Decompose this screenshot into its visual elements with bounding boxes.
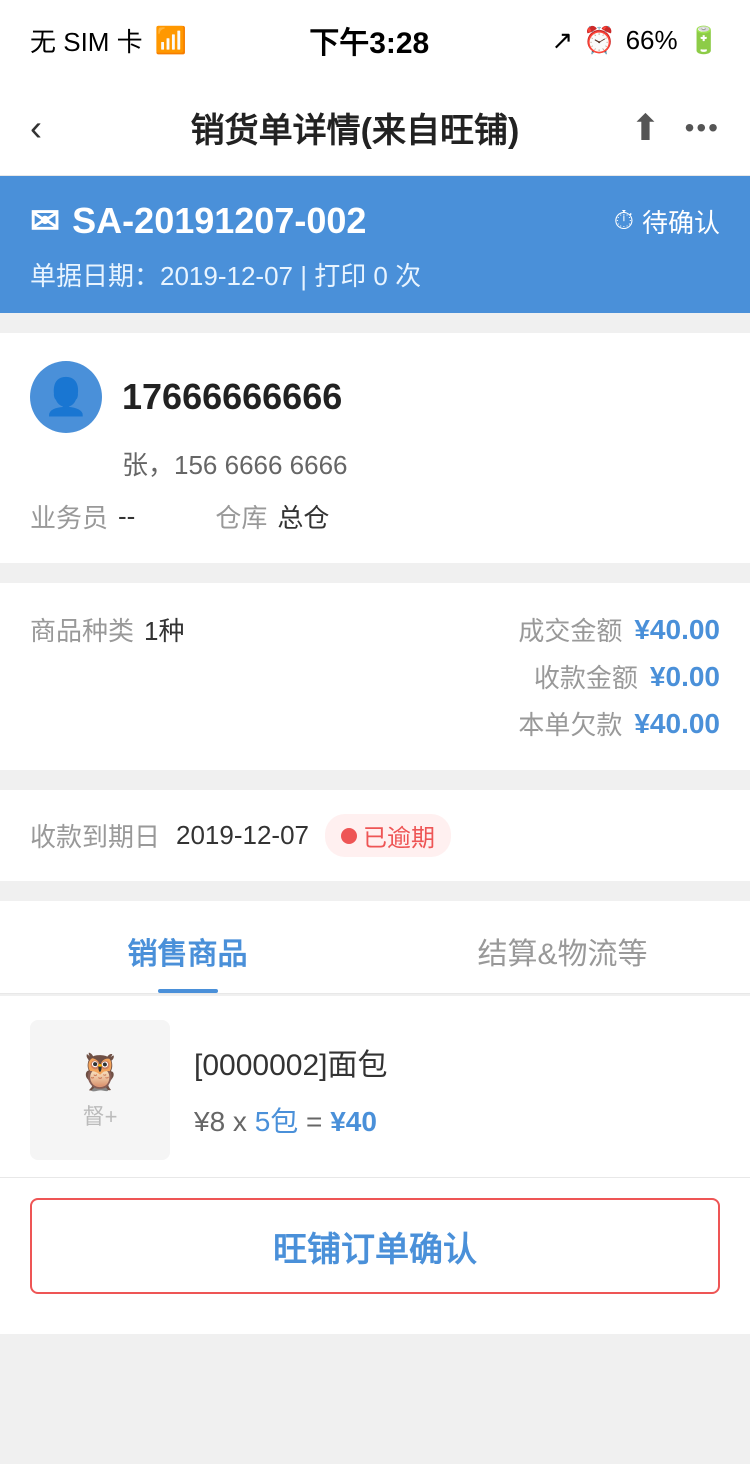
status-left: 无 SIM 卡 📶 <box>30 22 187 59</box>
price-eq: = <box>298 1106 330 1137</box>
product-price: ¥8 x 5包 = ¥40 <box>194 1100 720 1140</box>
battery-label: 66% <box>626 25 678 56</box>
share-icon[interactable]: ⬆ <box>630 107 660 149</box>
wifi-icon: 📶 <box>155 25 187 56</box>
alarm-icon: ⏰ <box>583 25 615 56</box>
product-name: [0000002]面包 <box>194 1040 720 1084</box>
price-qty: 5包 <box>255 1106 299 1137</box>
battery-icon: 🔋 <box>688 25 720 56</box>
price-base: ¥8 x <box>194 1106 255 1137</box>
category-label: 商品种类 <box>30 611 134 648</box>
tabs: 销售商品 结算&物流等 <box>0 901 750 994</box>
due-date-card: 收款到期日 2019-12-07 已逾期 <box>0 790 750 881</box>
confirm-order-button[interactable]: 旺铺订单确认 <box>30 1198 720 1294</box>
customer-sub: 张，156 6666 6666 <box>30 445 720 482</box>
due-label: 收款到期日 <box>30 817 160 854</box>
product-logo: 🦉 督+ <box>78 1047 123 1132</box>
tab-sales-label: 销售商品 <box>128 938 248 971</box>
customer-phone: 17666666666 <box>122 376 342 418</box>
nav-right-actions: ⬆ ••• <box>620 107 720 149</box>
customer-info-card: 👤 17666666666 张，156 6666 6666 业务员 -- 仓库 … <box>0 333 750 563</box>
status-text: 待确认 <box>642 203 720 240</box>
bottom-button-area: 旺铺订单确认 <box>0 1177 750 1334</box>
salesman-meta: 业务员 -- <box>30 498 135 535</box>
status-time: 下午3:28 <box>309 18 429 62</box>
salesman-label: 业务员 <box>30 498 108 535</box>
tab-settlement[interactable]: 结算&物流等 <box>375 901 750 993</box>
deal-value: ¥40.00 <box>634 614 720 646</box>
category-value: 1种 <box>144 611 184 648</box>
amounts-card: 商品种类 1种 成交金额 ¥40.00 收款金额 ¥0.00 本单欠款 ¥40.… <box>0 583 750 770</box>
owed-amount-row: 本单欠款 ¥40.00 <box>518 705 720 742</box>
carrier-label: 无 SIM 卡 <box>30 22 143 59</box>
order-id: ✉ SA-20191207-002 <box>30 200 366 242</box>
deal-label: 成交金额 <box>518 611 622 648</box>
customer-row: 👤 17666666666 <box>30 361 720 433</box>
meta-row: 业务员 -- 仓库 总仓 <box>30 498 720 535</box>
more-icon[interactable]: ••• <box>685 112 720 144</box>
tab-settlement-label: 结算&物流等 <box>477 938 647 971</box>
status-right: ↗ ⏰ 66% 🔋 <box>551 25 720 56</box>
order-header: ✉ SA-20191207-002 ⏱ 待确认 单据日期：2019-12-07 … <box>0 176 750 313</box>
status-bar: 无 SIM 卡 📶 下午3:28 ↗ ⏰ 66% 🔋 <box>0 0 750 80</box>
status-clock-icon: ⏱ <box>614 205 634 237</box>
receipt-label: 收款金额 <box>534 658 638 695</box>
salesman-value: -- <box>118 501 135 532</box>
amounts-grid: 商品种类 1种 成交金额 ¥40.00 收款金额 ¥0.00 本单欠款 ¥40.… <box>30 611 720 742</box>
overdue-label: 已逾期 <box>363 818 435 853</box>
order-id-row: ✉ SA-20191207-002 ⏱ 待确认 <box>30 200 720 242</box>
deal-amount-row: 成交金额 ¥40.00 <box>518 611 720 648</box>
avatar-icon: 👤 <box>44 376 89 418</box>
order-status: ⏱ 待确认 <box>614 203 720 240</box>
receipt-value: ¥0.00 <box>650 661 720 693</box>
order-id-icon: ✉ <box>30 200 60 242</box>
owed-value: ¥40.00 <box>634 708 720 740</box>
order-date: 单据日期：2019-12-07 | 打印 0 次 <box>30 256 720 293</box>
product-card: 🦉 督+ [0000002]面包 ¥8 x 5包 = ¥40 <box>0 996 750 1184</box>
overdue-dot-icon <box>341 828 357 844</box>
order-id-text: SA-20191207-002 <box>72 200 366 242</box>
product-thumbnail: 🦉 督+ <box>30 1020 170 1160</box>
location-icon: ↗ <box>551 25 573 56</box>
nav-bar: ‹ 销货单详情(来自旺铺) ⬆ ••• <box>0 80 750 176</box>
warehouse-meta: 仓库 总仓 <box>215 498 329 535</box>
tab-sales[interactable]: 销售商品 <box>0 901 375 993</box>
due-value: 2019-12-07 <box>176 820 309 851</box>
price-total: ¥40 <box>330 1106 377 1137</box>
product-info: [0000002]面包 ¥8 x 5包 = ¥40 <box>194 1040 720 1140</box>
avatar: 👤 <box>30 361 102 433</box>
warehouse-label: 仓库 <box>215 498 267 535</box>
back-button[interactable]: ‹ <box>30 107 90 149</box>
warehouse-value: 总仓 <box>277 498 329 535</box>
category-section: 商品种类 1种 <box>30 611 518 648</box>
receipt-amount-row: 收款金额 ¥0.00 <box>534 658 720 695</box>
amounts-right: 成交金额 ¥40.00 收款金额 ¥0.00 本单欠款 ¥40.00 <box>518 611 720 742</box>
page-title: 销货单详情(来自旺铺) <box>90 103 620 152</box>
overdue-badge: 已逾期 <box>325 814 451 857</box>
owed-label: 本单欠款 <box>518 705 622 742</box>
